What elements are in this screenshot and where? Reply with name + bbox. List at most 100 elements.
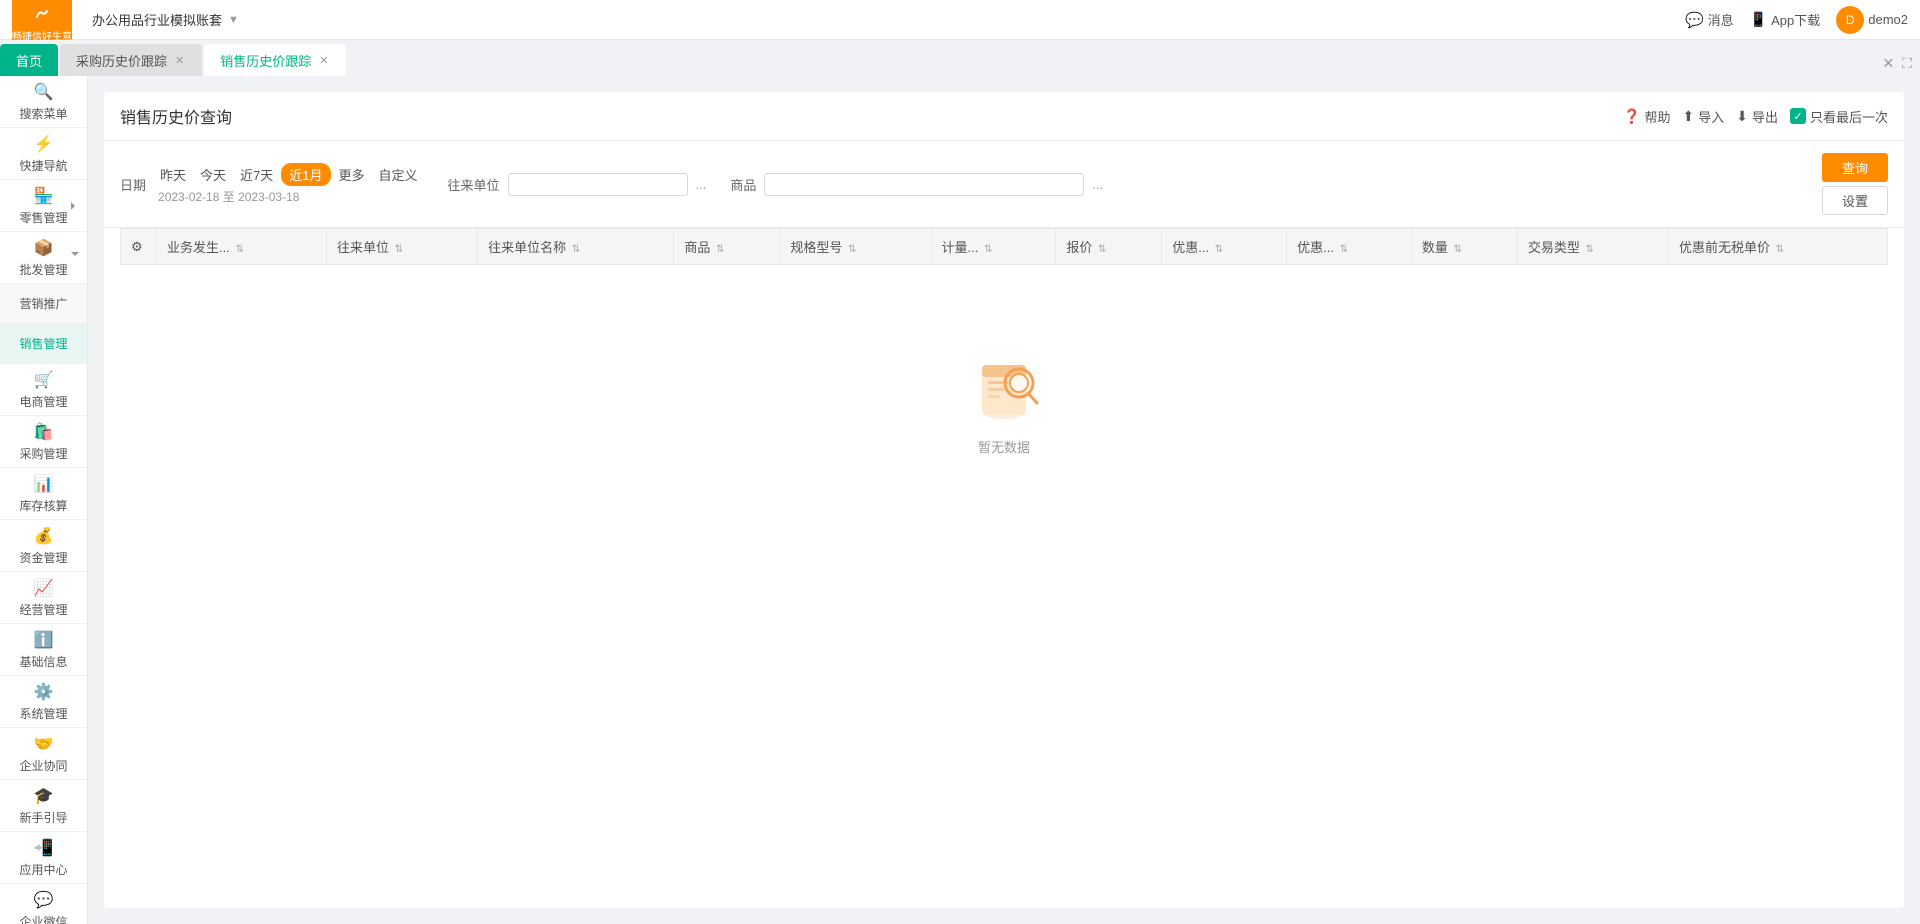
page-header: 销售历史价查询 ❓ 帮助 ⬆ 导入 ⬇ 导出 ✓ 只 xyxy=(104,92,1904,141)
customer-filter-group: 往来单位 ... xyxy=(448,173,707,196)
page-title: 销售历史价查询 xyxy=(120,104,232,128)
date-tab-today[interactable]: 今天 xyxy=(194,163,232,186)
phone-icon: 📱 xyxy=(1750,11,1767,28)
nav-icon: ⚡ xyxy=(34,134,54,154)
col-spec[interactable]: 规格型号 ⇅ xyxy=(780,229,931,265)
settings-icon[interactable]: ⚙ xyxy=(131,239,143,254)
sidebar-item-enterprise-wechat[interactable]: 💬 企业微信 xyxy=(0,884,87,924)
export-btn[interactable]: ⬇ 导出 xyxy=(1736,107,1778,126)
col-settings[interactable]: ⚙ xyxy=(121,229,157,265)
logo-area: 畅捷信好生意 xyxy=(12,0,72,40)
date-tab-custom[interactable]: 自定义 xyxy=(373,163,424,186)
sidebar-item-wholesale-mgmt[interactable]: 📦 批发管理 xyxy=(0,232,87,284)
sidebar-item-finance-label: 资金管理 xyxy=(19,549,67,566)
query-button[interactable]: 查询 xyxy=(1822,153,1888,182)
goods-filter-input[interactable] xyxy=(764,173,1084,196)
date-range-display: 2023-02-18 至 2023-03-18 xyxy=(158,188,424,205)
tab-sales-history-label: 销售历史价跟踪 xyxy=(220,51,311,70)
sidebar-item-quick-nav[interactable]: ⚡ 快捷导航 xyxy=(0,128,87,180)
empty-icon xyxy=(964,345,1044,425)
col-unit[interactable]: 计量... ⇅ xyxy=(931,229,1056,265)
goods-ellipsis-btn[interactable]: ... xyxy=(1092,177,1103,192)
avatar: D xyxy=(1836,6,1864,34)
user-profile[interactable]: D demo2 xyxy=(1836,6,1908,34)
sidebar-item-app-center-label: 应用中心 xyxy=(19,861,67,878)
sidebar-item-basic-info[interactable]: ℹ️ 基础信息 xyxy=(0,624,87,676)
import-btn[interactable]: ⬆ 导入 xyxy=(1682,107,1724,126)
date-filter-label: 日期 xyxy=(120,175,146,194)
col-biz-date-label: 业务发生... xyxy=(167,240,230,255)
tab-purchase-history[interactable]: 采购历史价跟踪 ✕ xyxy=(60,44,202,76)
app-selector[interactable]: 办公用品行业模拟账套 ▼ xyxy=(84,6,247,33)
customer-filter-input[interactable] xyxy=(508,173,688,196)
sidebar-item-quick-nav-label: 快捷导航 xyxy=(19,157,67,174)
message-btn[interactable]: 💬 消息 xyxy=(1685,10,1734,29)
tab-sales-history[interactable]: 销售历史价跟踪 ✕ xyxy=(204,44,346,76)
sidebar-item-ecommerce[interactable]: 🛒 电商管理 xyxy=(0,364,87,416)
date-filter-group: 日期 昨天 今天 近7天 近1月 更多 自定义 2023-02-18 至 202… xyxy=(120,163,424,205)
tab-maximize-icon[interactable]: ⛶ xyxy=(1902,55,1912,72)
col-customer-name[interactable]: 往来单位名称 ⇅ xyxy=(478,229,674,265)
sidebar-item-business[interactable]: 📈 经营管理 xyxy=(0,572,87,624)
main-content: 销售历史价查询 ❓ 帮助 ⬆ 导入 ⬇ 导出 ✓ 只 xyxy=(88,76,1920,924)
sidebar-item-beginner-guide[interactable]: 🎓 新手引导 xyxy=(0,780,87,832)
sidebar-item-purchase[interactable]: 🛍️ 采购管理 xyxy=(0,416,87,468)
date-tab-last1month[interactable]: 近1月 xyxy=(281,163,330,186)
sort-icon-trade-type: ⇅ xyxy=(1586,244,1594,255)
sidebar-item-enterprise-collab[interactable]: 🤝 企业协同 xyxy=(0,728,87,780)
app-selector-label: 办公用品行业模拟账套 xyxy=(92,10,222,29)
page-header-actions: ❓ 帮助 ⬆ 导入 ⬇ 导出 ✓ 只看最后一次 xyxy=(1623,107,1888,126)
sidebar-sub-sales-label: 销售管理 xyxy=(19,335,67,352)
only-last-checkbox-group[interactable]: ✓ 只看最后一次 xyxy=(1790,107,1888,126)
date-tab-last7days[interactable]: 近7天 xyxy=(234,163,279,186)
col-biz-date[interactable]: 业务发生... ⇅ xyxy=(157,229,327,265)
col-quantity[interactable]: 数量 ⇅ xyxy=(1411,229,1517,265)
col-spec-label: 规格型号 xyxy=(790,240,842,255)
col-no-tax-price[interactable]: 优惠前无税单价 ⇅ xyxy=(1669,229,1888,265)
sidebar-sub-item-marketing[interactable]: 营销推广 xyxy=(0,284,87,324)
sidebar-item-wholesale-label: 批发管理 xyxy=(19,261,67,278)
customer-ellipsis-btn[interactable]: ... xyxy=(696,177,707,192)
date-tabs: 昨天 今天 近7天 近1月 更多 自定义 xyxy=(154,163,424,186)
tab-sales-close-icon[interactable]: ✕ xyxy=(317,53,330,68)
col-discount2[interactable]: 优惠... ⇅ xyxy=(1287,229,1412,265)
col-discount1[interactable]: 优惠... ⇅ xyxy=(1162,229,1287,265)
col-goods[interactable]: 商品 ⇅ xyxy=(674,229,780,265)
app-center-icon: 📲 xyxy=(34,838,54,858)
sidebar-item-wechat-label: 企业微信 xyxy=(19,913,67,924)
tab-home-label: 首页 xyxy=(16,51,42,70)
sidebar-item-search-menu[interactable]: 🔍 搜索菜单 xyxy=(0,76,87,128)
empty-text: 暂无数据 xyxy=(978,437,1030,456)
sidebar-item-inventory[interactable]: 📊 库存核算 xyxy=(0,468,87,520)
sidebar-sub-item-sales-mgmt[interactable]: 销售管理 xyxy=(0,324,87,364)
help-btn[interactable]: ❓ 帮助 xyxy=(1623,107,1670,126)
wechat-icon: 💬 xyxy=(34,890,54,910)
message-label: 消息 xyxy=(1708,10,1734,29)
sort-icon-goods: ⇅ xyxy=(716,244,724,255)
data-table: ⚙ 业务发生... ⇅ 往来单位 ⇅ 往来单位名称 ⇅ xyxy=(120,228,1888,265)
tab-bar-actions: ✕ ⛶ xyxy=(1882,55,1920,76)
only-last-checkbox[interactable]: ✓ xyxy=(1790,108,1806,124)
sidebar-item-search-menu-label: 搜索菜单 xyxy=(19,105,67,122)
date-tab-yesterday[interactable]: 昨天 xyxy=(154,163,192,186)
col-customer-code[interactable]: 往来单位 ⇅ xyxy=(326,229,477,265)
sidebar-item-system-label: 系统管理 xyxy=(19,705,67,722)
sidebar-item-retail-mgmt[interactable]: 🏪 零售管理 xyxy=(0,180,87,232)
app-download-btn[interactable]: 📱 App下载 xyxy=(1750,10,1821,29)
col-quote-label: 报价 xyxy=(1066,240,1092,255)
logo-icon xyxy=(24,0,60,32)
finance-icon: 💰 xyxy=(34,526,54,546)
date-tab-more[interactable]: 更多 xyxy=(333,163,371,186)
table-header-row: ⚙ 业务发生... ⇅ 往来单位 ⇅ 往来单位名称 ⇅ xyxy=(121,229,1888,265)
tab-purchase-close-icon[interactable]: ✕ xyxy=(173,53,186,68)
sidebar-item-finance[interactable]: 💰 资金管理 xyxy=(0,520,87,572)
tab-home[interactable]: 首页 xyxy=(0,44,58,76)
tab-close-all-icon[interactable]: ✕ xyxy=(1882,55,1894,72)
col-quote[interactable]: 报价 ⇅ xyxy=(1056,229,1162,265)
settings-button[interactable]: 设置 xyxy=(1822,186,1888,215)
message-icon: 💬 xyxy=(1685,11,1704,29)
col-discount2-label: 优惠... xyxy=(1297,240,1334,255)
sidebar-item-system[interactable]: ⚙️ 系统管理 xyxy=(0,676,87,728)
sidebar-item-app-center[interactable]: 📲 应用中心 xyxy=(0,832,87,884)
col-trade-type[interactable]: 交易类型 ⇅ xyxy=(1517,229,1668,265)
